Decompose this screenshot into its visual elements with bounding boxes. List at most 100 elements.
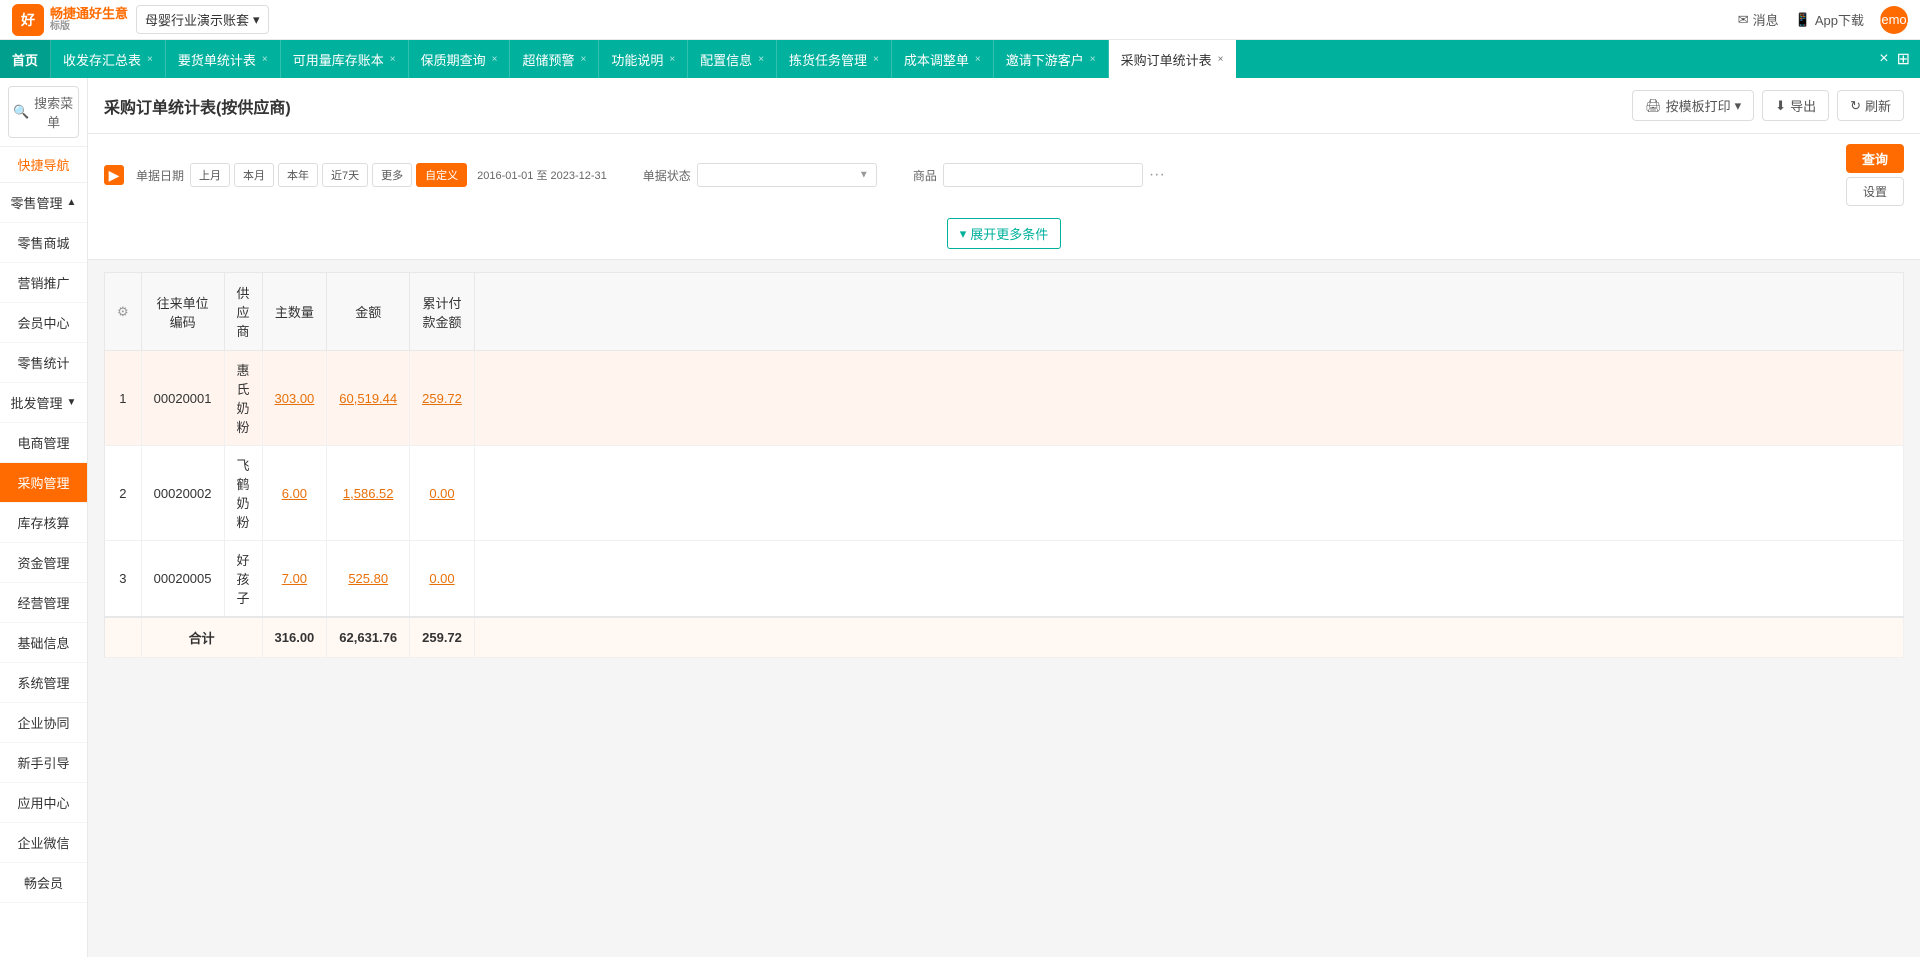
query-button[interactable]: 查询	[1846, 144, 1904, 173]
sidebar-search-area: 🔍 搜索菜单	[0, 78, 87, 147]
filter-area: ▶ 单据日期 上月 本月 本年 近7天 更多 自定义 2016-01-01 至 …	[88, 134, 1920, 260]
date-btn-7days[interactable]: 近7天	[322, 163, 368, 187]
tab-jianhuo[interactable]: 拣货任务管理 ×	[777, 40, 892, 78]
date-btn-last-month[interactable]: 上月	[190, 163, 230, 187]
user-menu[interactable]: demo2	[1880, 6, 1908, 34]
message-button[interactable]: ✉ 消息	[1738, 10, 1779, 29]
avatar: demo2	[1880, 6, 1908, 34]
app-download-button[interactable]: 📱 App下载	[1795, 10, 1864, 29]
filter-goods-item: 商品 ···	[913, 163, 1165, 187]
main-layout: 🔍 搜索菜单 快捷导航 零售管理 ▲ 零售商城 营销推广 会员中心 零售统计 批…	[0, 78, 1920, 957]
close-icon[interactable]: ×	[1218, 54, 1224, 65]
row-code: 00020002	[141, 446, 224, 541]
tab-yaoqing[interactable]: 邀请下游客户 ×	[994, 40, 1109, 78]
date-btn-more[interactable]: 更多	[372, 163, 412, 187]
sidebar-item-retail-mgmt[interactable]: 零售管理 ▲	[0, 183, 87, 223]
tab-yaohuo[interactable]: 要货单统计表 ×	[166, 40, 281, 78]
sidebar-item-member[interactable]: 会员中心	[0, 303, 87, 343]
more-dots-icon[interactable]: ···	[1149, 166, 1165, 184]
refresh-icon: ↻	[1850, 98, 1861, 114]
top-bar: 好 畅捷通好生意 标版 母婴行业演示账套 ▾ ✉ 消息 📱 App下载 demo…	[0, 0, 1920, 40]
logo-area: 好 畅捷通好生意 标版	[12, 4, 128, 36]
filter-expand-toggle[interactable]: ▶	[104, 165, 124, 185]
row-qty[interactable]: 6.00	[262, 446, 327, 541]
row-amount[interactable]: 1,586.52	[327, 446, 410, 541]
goods-input[interactable]	[943, 163, 1143, 187]
close-icon[interactable]: ×	[758, 54, 764, 65]
refresh-button[interactable]: ↻ 刷新	[1837, 90, 1904, 121]
sidebar-item-ecommerce[interactable]: 电商管理	[0, 423, 87, 463]
row-number: 2	[105, 446, 142, 541]
sidebar-item-operations[interactable]: 经营管理	[0, 583, 87, 623]
sidebar-item-enterprise[interactable]: 企业协同	[0, 703, 87, 743]
sidebar-item-newbie[interactable]: 新手引导	[0, 743, 87, 783]
logo-text: 畅捷通好生意 标版	[50, 6, 128, 34]
search-menu-button[interactable]: 🔍 搜索菜单	[8, 86, 79, 138]
sidebar-item-retail-mall[interactable]: 零售商城	[0, 223, 87, 263]
close-icon[interactable]: ×	[390, 54, 396, 65]
tab-chengben[interactable]: 成本调整单 ×	[892, 40, 994, 78]
footer-label: 合计	[141, 617, 262, 658]
close-icon[interactable]: ×	[492, 54, 498, 65]
close-icon[interactable]: ×	[873, 54, 879, 65]
top-bar-left: 好 畅捷通好生意 标版 母婴行业演示账套 ▾	[12, 4, 269, 36]
status-select[interactable]	[697, 163, 877, 187]
tab-shofazun[interactable]: 收发存汇总表 ×	[51, 40, 166, 78]
print-button[interactable]: 🖨 按模板打印 ▾	[1632, 90, 1754, 121]
sidebar-item-retail-stats[interactable]: 零售统计	[0, 343, 87, 383]
table-area: ⚙ 往来单位编码 供应商 主数量 金额 累计付款金额 1 00020001	[88, 260, 1920, 957]
tab-gongneng[interactable]: 功能说明 ×	[599, 40, 688, 78]
sidebar-item-basic-info[interactable]: 基础信息	[0, 623, 87, 663]
sidebar-item-purchase[interactable]: 采购管理	[0, 463, 87, 503]
filter-action-buttons: 查询 设置	[1846, 144, 1904, 206]
row-paid[interactable]: 259.72	[410, 351, 475, 446]
tab-home[interactable]: 首页	[0, 40, 51, 78]
filter-expand-row: ▾ 展开更多条件	[104, 212, 1904, 249]
row-amount[interactable]: 525.80	[327, 541, 410, 618]
row-number: 1	[105, 351, 142, 446]
maximize-icon[interactable]: ⊞	[1897, 49, 1910, 69]
sidebar-item-finance[interactable]: 资金管理	[0, 543, 87, 583]
workspace-selector[interactable]: 母婴行业演示账套 ▾	[136, 5, 269, 34]
row-amount[interactable]: 60,519.44	[327, 351, 410, 446]
row-paid[interactable]: 0.00	[410, 446, 475, 541]
row-paid[interactable]: 0.00	[410, 541, 475, 618]
tab-peizhi[interactable]: 配置信息 ×	[688, 40, 777, 78]
sidebar-item-marketing[interactable]: 营销推广	[0, 263, 87, 303]
sidebar-item-wholesale[interactable]: 批发管理 ▼	[0, 383, 87, 423]
settings-button[interactable]: 设置	[1846, 177, 1904, 206]
close-icon[interactable]: ×	[669, 54, 675, 65]
date-btn-this-year[interactable]: 本年	[278, 163, 318, 187]
sidebar-item-app-center[interactable]: 应用中心	[0, 783, 87, 823]
sidebar-item-member2[interactable]: 畅会员	[0, 863, 87, 903]
date-btn-custom[interactable]: 自定义	[416, 163, 467, 187]
tab-caigou-active[interactable]: 采购订单统计表 ×	[1109, 40, 1237, 78]
tab-baozhi[interactable]: 保质期查询 ×	[409, 40, 511, 78]
date-btn-this-month[interactable]: 本月	[234, 163, 274, 187]
close-window-icon[interactable]: ×	[1879, 50, 1888, 68]
close-icon[interactable]: ×	[580, 54, 586, 65]
filter-main-row: ▶ 单据日期 上月 本月 本年 近7天 更多 自定义 2016-01-01 至 …	[104, 144, 1904, 206]
sidebar-item-system[interactable]: 系统管理	[0, 663, 87, 703]
table-footer: 合计 316.00 62,631.76 259.72	[105, 617, 1904, 658]
sidebar-item-inventory[interactable]: 库存核算	[0, 503, 87, 543]
close-icon[interactable]: ×	[262, 54, 268, 65]
close-icon[interactable]: ×	[975, 54, 981, 65]
tab-keyong[interactable]: 可用量库存账本 ×	[281, 40, 409, 78]
chevron-down-icon: ▾	[253, 12, 260, 28]
quick-nav-button[interactable]: 快捷导航	[0, 147, 87, 183]
export-button[interactable]: ⬇ 导出	[1762, 90, 1829, 121]
row-supplier: 好孩子	[224, 541, 262, 618]
gear-icon[interactable]: ⚙	[117, 304, 129, 319]
row-empty	[474, 351, 1903, 446]
expand-more-button[interactable]: ▾ 展开更多条件	[947, 218, 1062, 249]
row-empty	[474, 541, 1903, 618]
row-qty[interactable]: 7.00	[262, 541, 327, 618]
close-icon[interactable]: ×	[1090, 54, 1096, 65]
col-supplier: 供应商	[224, 273, 262, 351]
table-header-row: ⚙ 往来单位编码 供应商 主数量 金额 累计付款金额	[105, 273, 1904, 351]
close-icon[interactable]: ×	[147, 54, 153, 65]
sidebar-item-wechat[interactable]: 企业微信	[0, 823, 87, 863]
tab-chaochuo[interactable]: 超储预警 ×	[510, 40, 599, 78]
row-qty[interactable]: 303.00	[262, 351, 327, 446]
